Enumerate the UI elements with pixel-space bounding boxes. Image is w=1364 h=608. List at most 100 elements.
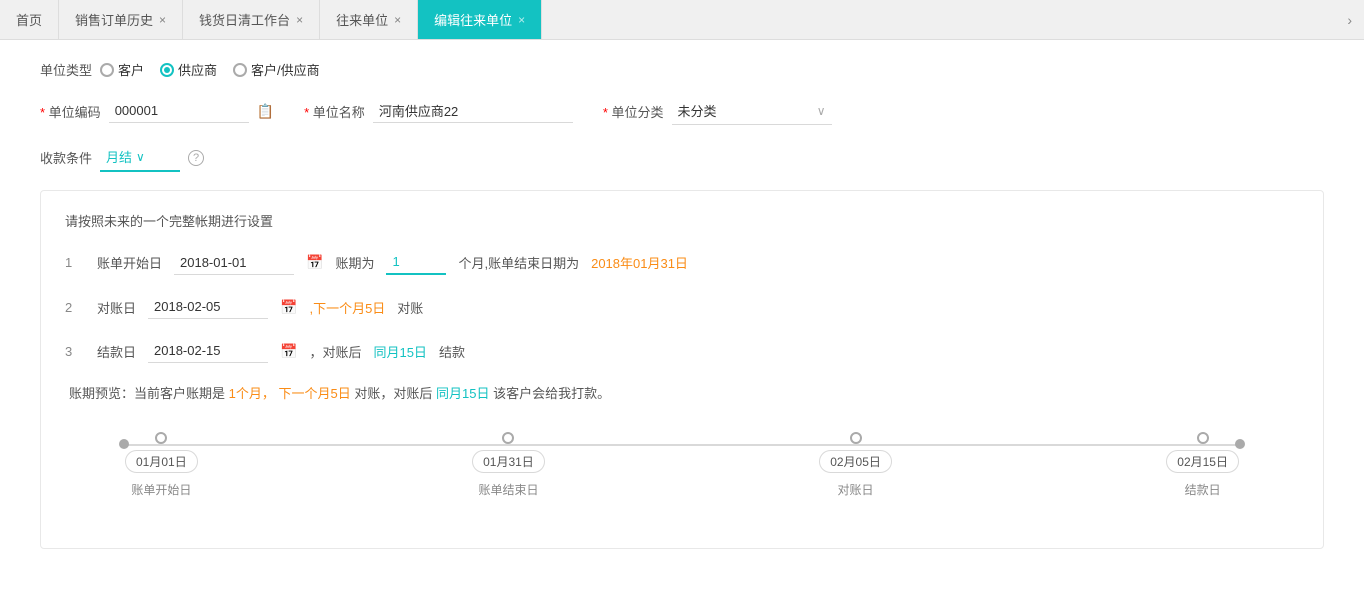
preview-text: 账期预览：当前客户账期是 1个月， 下一个月5日 对账，对账后 同月15日 该客… (65, 383, 1299, 402)
unit-name-input[interactable] (373, 99, 573, 123)
period-reconcile-calendar-icon[interactable]: 📅 (280, 299, 297, 316)
period-settlement-date-input[interactable] (148, 339, 268, 363)
timeline-point-3: 02月05日 对账日 (819, 432, 892, 498)
period-settlement-text: 结款 (439, 342, 465, 361)
tab-sales-history-close[interactable]: × (159, 13, 166, 27)
unit-code-icon[interactable]: 📋 (257, 103, 274, 120)
timeline-desc-3: 对账日 (838, 481, 874, 498)
unit-code-label: 单位编码 (40, 102, 101, 121)
preview-text2: 对账，对账后 (354, 386, 432, 401)
unit-category-select[interactable]: 未分类 ∨ (672, 97, 832, 125)
tab-edit-contacts[interactable]: 编辑往来单位 × (418, 0, 542, 39)
unit-category-chevron: ∨ (817, 104, 826, 118)
main-content: 单位类型 客户 供应商 客户/供应商 单位编码 📋 (0, 40, 1364, 608)
period-label-reconcile: 对账日 (97, 298, 136, 317)
period-start-date-input[interactable] (174, 251, 294, 275)
preview-prefix: 账期预览：当前客户账期是 (69, 386, 225, 401)
unit-type-label: 单位类型 (40, 60, 92, 79)
unit-info-row: 单位编码 📋 单位名称 单位分类 未分类 ∨ (40, 97, 1324, 125)
radio-customer[interactable]: 客户 (100, 60, 144, 79)
period-months-input[interactable] (386, 250, 446, 275)
radio-customer-circle (100, 63, 114, 77)
timeline-point-1: 01月01日 账单开始日 (125, 432, 198, 498)
timeline: 01月01日 账单开始日 01月31日 账单结束日 02月05日 对账日 02月… (65, 422, 1299, 528)
period-label-settlement: 结款日 (97, 342, 136, 361)
tab-cash-work-label: 钱货日清工作台 (199, 10, 290, 29)
timeline-circle-1 (155, 432, 167, 444)
timeline-desc-1: 账单开始日 (131, 481, 191, 498)
timeline-date-1: 01月01日 (125, 450, 198, 473)
tab-contacts-close[interactable]: × (394, 13, 401, 27)
period-num-2: 2 (65, 300, 85, 315)
tabs-bar: 首页 销售订单历史 × 钱货日清工作台 × 往来单位 × 编辑往来单位 × › (0, 0, 1364, 40)
preview-highlight1: 1个月， (229, 386, 275, 401)
tab-sales-history-label: 销售订单历史 (75, 10, 153, 29)
radio-supplier-circle (160, 63, 174, 77)
tab-contacts[interactable]: 往来单位 × (320, 0, 418, 39)
unit-category-value: 未分类 (678, 101, 813, 120)
preview-text1: 下一个月5日 (279, 386, 351, 401)
period-card-title: 请按照未来的一个完整帐期进行设置 (65, 211, 1299, 230)
timeline-desc-4: 结款日 (1185, 481, 1221, 498)
period-settlement-highlight: 同月15日 (373, 342, 426, 361)
timeline-date-2: 01月31日 (472, 450, 545, 473)
timeline-date-4: 02月15日 (1166, 450, 1239, 473)
period-row-3: 3 结款日 📅 ，对账后 同月15日 结款 (65, 339, 1299, 363)
period-months-text: 个月,账单结束日期为 (458, 253, 579, 272)
timeline-point-2: 01月31日 账单结束日 (472, 432, 545, 498)
period-label-start: 账单开始日 (97, 253, 162, 272)
help-icon[interactable]: ? (188, 150, 204, 166)
radio-supplier[interactable]: 供应商 (160, 60, 217, 79)
unit-code-field: 单位编码 📋 (40, 99, 274, 123)
radio-customer-supplier-label: 客户/供应商 (251, 60, 320, 79)
payment-condition-label: 收款条件 (40, 148, 92, 167)
tab-cash-work-close[interactable]: × (296, 13, 303, 27)
period-start-calendar-icon[interactable]: 📅 (306, 254, 323, 271)
unit-code-input[interactable] (109, 99, 249, 123)
unit-type-field: 单位类型 客户 供应商 客户/供应商 (40, 60, 320, 79)
period-reconcile-text: 对账 (397, 298, 423, 317)
radio-supplier-label: 供应商 (178, 60, 217, 79)
payment-condition-select[interactable]: 月结 ∨ (100, 143, 180, 172)
tab-home[interactable]: 首页 (0, 0, 59, 39)
timeline-date-3: 02月05日 (819, 450, 892, 473)
timeline-circle-2 (502, 432, 514, 444)
tab-home-label: 首页 (16, 10, 42, 29)
payment-condition-chevron: ∨ (136, 150, 145, 164)
period-row-1: 1 账单开始日 📅 账期为 个月,账单结束日期为 2018年01月31日 (65, 250, 1299, 275)
timeline-end-dot (1235, 439, 1245, 449)
preview-suffix: 该客户会给我打款。 (493, 386, 610, 401)
radio-customer-supplier[interactable]: 客户/供应商 (233, 60, 320, 79)
tab-sales-history[interactable]: 销售订单历史 × (59, 0, 183, 39)
timeline-circle-4 (1197, 432, 1209, 444)
payment-condition-field: 收款条件 月结 ∨ ? (40, 143, 204, 172)
tab-edit-contacts-close[interactable]: × (518, 13, 525, 27)
period-period-for-text: 账期为 (335, 253, 374, 272)
unit-category-label: 单位分类 (603, 102, 664, 121)
tab-contacts-label: 往来单位 (336, 10, 388, 29)
timeline-points: 01月01日 账单开始日 01月31日 账单结束日 02月05日 对账日 02月… (125, 432, 1239, 498)
timeline-desc-2: 账单结束日 (478, 481, 538, 498)
timeline-start-dot (119, 439, 129, 449)
unit-type-row: 单位类型 客户 供应商 客户/供应商 (40, 60, 1324, 79)
payment-condition-value: 月结 (106, 147, 132, 166)
period-num-1: 1 (65, 255, 85, 270)
period-reconcile-highlight: ,下一个月5日 (309, 298, 385, 317)
period-settlement-calendar-icon[interactable]: 📅 (280, 343, 297, 360)
period-settlement-pre-text: ，对账后 (309, 342, 361, 361)
unit-name-field: 单位名称 (304, 99, 573, 123)
unit-type-radio-group: 客户 供应商 客户/供应商 (100, 60, 320, 79)
payment-condition-row: 收款条件 月结 ∨ ? (40, 143, 1324, 172)
unit-category-field: 单位分类 未分类 ∨ (603, 97, 832, 125)
tab-cash-work[interactable]: 钱货日清工作台 × (183, 0, 320, 39)
timeline-circle-3 (850, 432, 862, 444)
unit-name-label: 单位名称 (304, 102, 365, 121)
tabs-next-arrow[interactable]: › (1335, 12, 1364, 28)
radio-customer-supplier-circle (233, 63, 247, 77)
timeline-point-4: 02月15日 结款日 (1166, 432, 1239, 498)
preview-highlight2: 同月15日 (436, 386, 489, 401)
radio-customer-label: 客户 (118, 60, 144, 79)
tab-edit-contacts-label: 编辑往来单位 (434, 10, 512, 29)
period-reconcile-date-input[interactable] (148, 295, 268, 319)
period-num-3: 3 (65, 344, 85, 359)
